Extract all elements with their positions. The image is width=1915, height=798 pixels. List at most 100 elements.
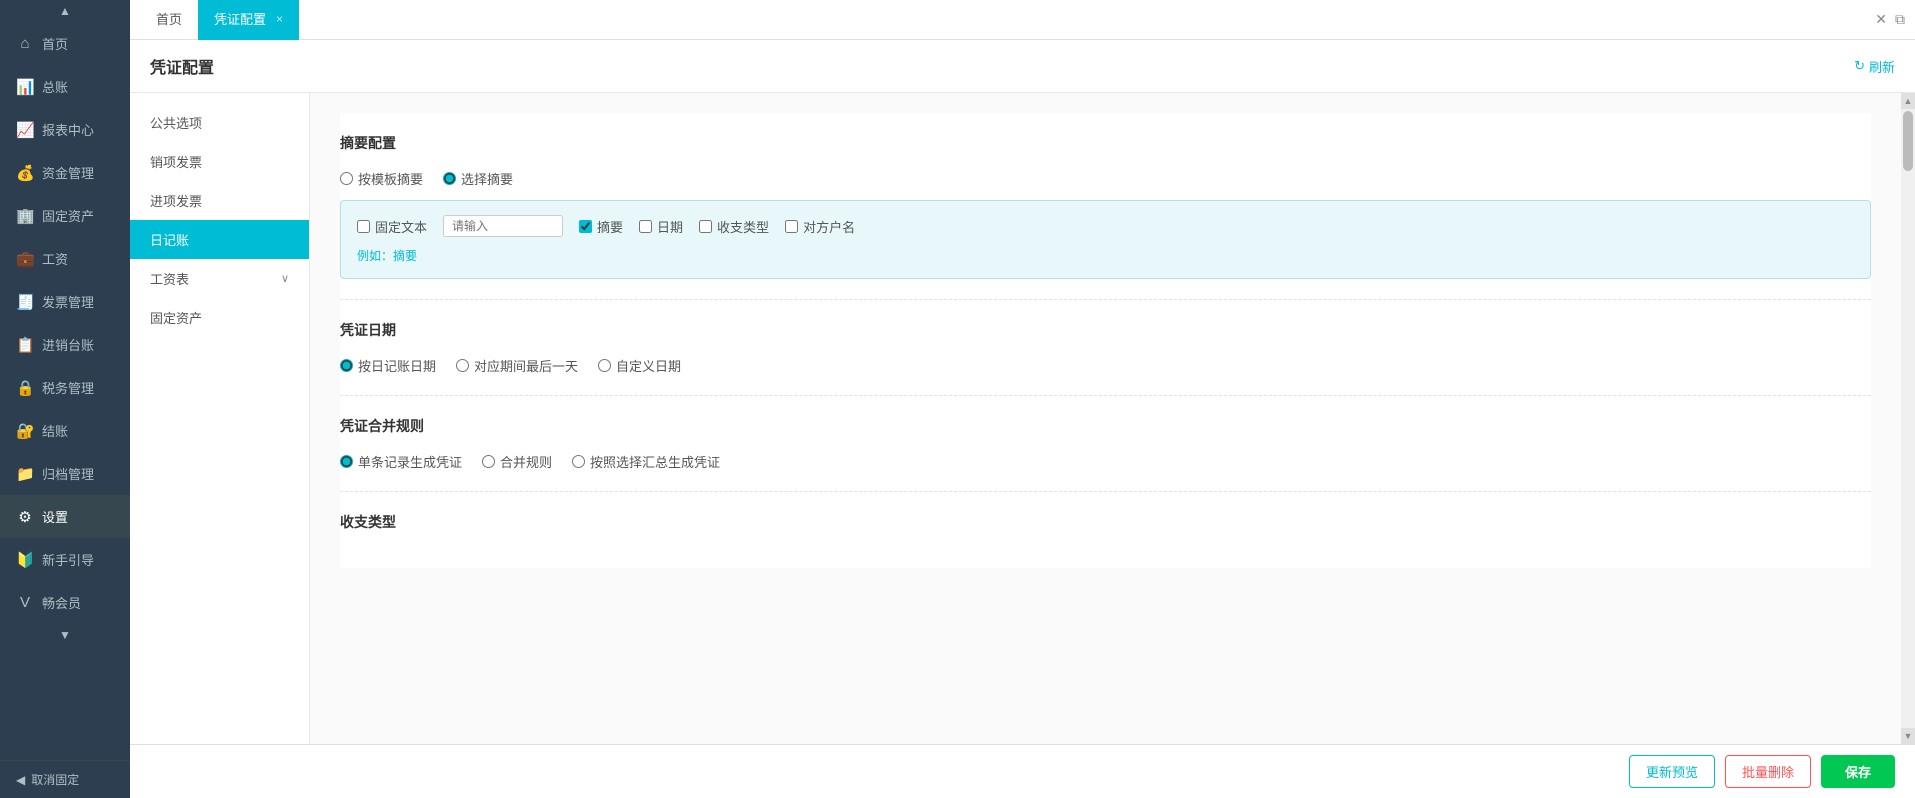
fixed-text-checkbox[interactable]: 固定文本 — [357, 217, 427, 236]
tab-home-label: 首页 — [156, 9, 182, 28]
tab-close-button[interactable]: × — [276, 12, 283, 26]
window-close-button[interactable]: ✕ — [1875, 11, 1887, 28]
summary-select-label: 选择摘要 — [461, 169, 513, 188]
salary-icon: 💼 — [16, 250, 34, 268]
report-icon: 📈 — [16, 121, 34, 139]
merge-rule-section: 凭证合并规则 单条记录生成凭证 合并规则 按照选择汇总生成凭证 — [340, 396, 1871, 492]
type-cb-input[interactable] — [699, 220, 712, 233]
left-nav-label: 日记账 — [150, 230, 189, 249]
left-nav-item-fixed-assets[interactable]: 固定资产 — [130, 298, 309, 337]
fixed-text-field[interactable] — [443, 215, 563, 237]
sidebar-item-home[interactable]: ⌂ 首页 — [0, 22, 130, 65]
tab-home[interactable]: 首页 — [140, 0, 198, 40]
save-button[interactable]: 保存 — [1821, 755, 1895, 788]
sidebar-item-close[interactable]: 🔐 结账 — [0, 409, 130, 452]
summary-config-section: 摘要配置 按模板摘要 选择摘要 固定文本 — [340, 113, 1871, 300]
sidebar-item-invoice-mgmt[interactable]: 🧾 发票管理 — [0, 280, 130, 323]
custom-date-label: 自定义日期 — [616, 356, 681, 375]
date-checkbox[interactable]: 日期 — [639, 217, 683, 236]
home-icon: ⌂ — [16, 35, 34, 52]
voucher-date-radio-group: 按日记账日期 对应期间最后一天 自定义日期 — [340, 356, 1871, 375]
custom-date-radio[interactable]: 自定义日期 — [598, 356, 681, 375]
sidebar-scroll-up[interactable]: ▲ — [0, 0, 130, 22]
counterparty-cb-input[interactable] — [785, 220, 798, 233]
sidebar-item-ledger[interactable]: 📊 总账 — [0, 65, 130, 108]
summary-checkbox[interactable]: 摘要 — [579, 217, 623, 236]
left-nav-item-sales-invoice[interactable]: 销项发票 — [130, 142, 309, 181]
left-nav-item-public[interactable]: 公共选项 — [130, 103, 309, 142]
window-restore-button[interactable]: ⧉ — [1895, 11, 1905, 28]
scrollbar-up-button[interactable]: ▲ — [1901, 93, 1915, 109]
sidebar-item-sales[interactable]: 📋 进销台账 — [0, 323, 130, 366]
summary-template-radio[interactable]: 按模板摘要 — [340, 169, 423, 188]
refresh-label: 刷新 — [1869, 57, 1895, 76]
left-nav-item-journal[interactable]: 日记账 — [130, 220, 309, 259]
summary-gen-input[interactable] — [572, 455, 585, 468]
custom-date-input[interactable] — [598, 359, 611, 372]
merge-rule-label: 合并规则 — [500, 452, 552, 471]
close-book-icon: 🔐 — [16, 422, 34, 440]
sidebar-item-funds[interactable]: 💰 资金管理 — [0, 151, 130, 194]
page-header: 凭证配置 ↻ 刷新 — [130, 40, 1915, 93]
sidebar-item-assets[interactable]: 🏢 固定资产 — [0, 194, 130, 237]
date-cb-input[interactable] — [639, 220, 652, 233]
sidebar-item-guide[interactable]: 🔰 新手引导 — [0, 538, 130, 581]
right-content: 摘要配置 按模板摘要 选择摘要 固定文本 — [310, 93, 1901, 744]
archive-icon: 📁 — [16, 465, 34, 483]
batch-delete-button[interactable]: 批量删除 — [1725, 755, 1811, 788]
fixed-text-label: 固定文本 — [375, 217, 427, 236]
merge-rule-radio[interactable]: 合并规则 — [482, 452, 552, 471]
single-record-radio[interactable]: 单条记录生成凭证 — [340, 452, 462, 471]
tab-actions: ✕ ⧉ — [1875, 11, 1905, 28]
journal-date-radio[interactable]: 按日记账日期 — [340, 356, 436, 375]
sidebar-item-label: 工资 — [42, 249, 68, 268]
sidebar-item-tax[interactable]: 🔒 税务管理 — [0, 366, 130, 409]
summary-gen-radio[interactable]: 按照选择汇总生成凭证 — [572, 452, 720, 471]
cancel-pin-button[interactable]: ◀ 取消固定 — [0, 760, 130, 798]
refresh-button[interactable]: ↻ 刷新 — [1854, 57, 1895, 76]
sidebar-item-settings[interactable]: ⚙ 设置 — [0, 495, 130, 538]
assets-icon: 🏢 — [16, 207, 34, 225]
ledger-icon: 📊 — [16, 78, 34, 96]
left-nav-label: 进项发票 — [150, 191, 202, 210]
summary-gen-label: 按照选择汇总生成凭证 — [590, 452, 720, 471]
sidebar-item-label: 结账 — [42, 421, 68, 440]
summary-select-input[interactable] — [443, 172, 456, 185]
summary-cb-input[interactable] — [579, 220, 592, 233]
journal-date-input[interactable] — [340, 359, 353, 372]
update-preview-button[interactable]: 更新预览 — [1629, 755, 1715, 788]
sidebar-item-label: 资金管理 — [42, 163, 94, 182]
sidebar-item-vip[interactable]: V 畅会员 — [0, 581, 130, 624]
type-checkbox[interactable]: 收支类型 — [699, 217, 769, 236]
example-prefix: 例如： — [357, 249, 393, 263]
sidebar-item-label: 首页 — [42, 34, 68, 53]
summary-select-radio[interactable]: 选择摘要 — [443, 169, 513, 188]
counterparty-checkbox[interactable]: 对方户名 — [785, 217, 855, 236]
sidebar-scroll-down[interactable]: ▼ — [0, 624, 130, 646]
sidebar-item-salary[interactable]: 💼 工资 — [0, 237, 130, 280]
left-nav: 公共选项 销项发票 进项发票 日记账 工资表 ∨ 固定资产 — [130, 93, 310, 744]
scrollbar-track: ▲ ▼ — [1901, 93, 1915, 744]
fixed-text-input[interactable] — [357, 220, 370, 233]
merge-rule-radio-group: 单条记录生成凭证 合并规则 按照选择汇总生成凭证 — [340, 452, 1871, 471]
sidebar-item-label: 报表中心 — [42, 120, 94, 139]
sales-icon: 📋 — [16, 336, 34, 354]
voucher-date-title: 凭证日期 — [340, 320, 1871, 340]
sidebar-item-label: 进销台账 — [42, 335, 94, 354]
scrollbar-down-button[interactable]: ▼ — [1901, 728, 1915, 744]
summary-cb-label: 摘要 — [597, 217, 623, 236]
sidebar-item-archive[interactable]: 📁 归档管理 — [0, 452, 130, 495]
sidebar-item-label: 税务管理 — [42, 378, 94, 397]
last-day-radio[interactable]: 对应期间最后一天 — [456, 356, 578, 375]
type-cb-label: 收支类型 — [717, 217, 769, 236]
left-nav-item-purchase-invoice[interactable]: 进项发票 — [130, 181, 309, 220]
single-record-input[interactable] — [340, 455, 353, 468]
left-nav-item-payroll[interactable]: 工资表 ∨ — [130, 259, 309, 298]
content-wrapper: 公共选项 销项发票 进项发票 日记账 工资表 ∨ 固定资产 摘要配置 — [130, 93, 1915, 744]
tab-voucher-config[interactable]: 凭证配置 × — [198, 0, 299, 40]
last-day-input[interactable] — [456, 359, 469, 372]
summary-template-input[interactable] — [340, 172, 353, 185]
sidebar-item-report[interactable]: 📈 报表中心 — [0, 108, 130, 151]
merge-rule-input[interactable] — [482, 455, 495, 468]
scrollbar-thumb[interactable] — [1903, 111, 1913, 171]
